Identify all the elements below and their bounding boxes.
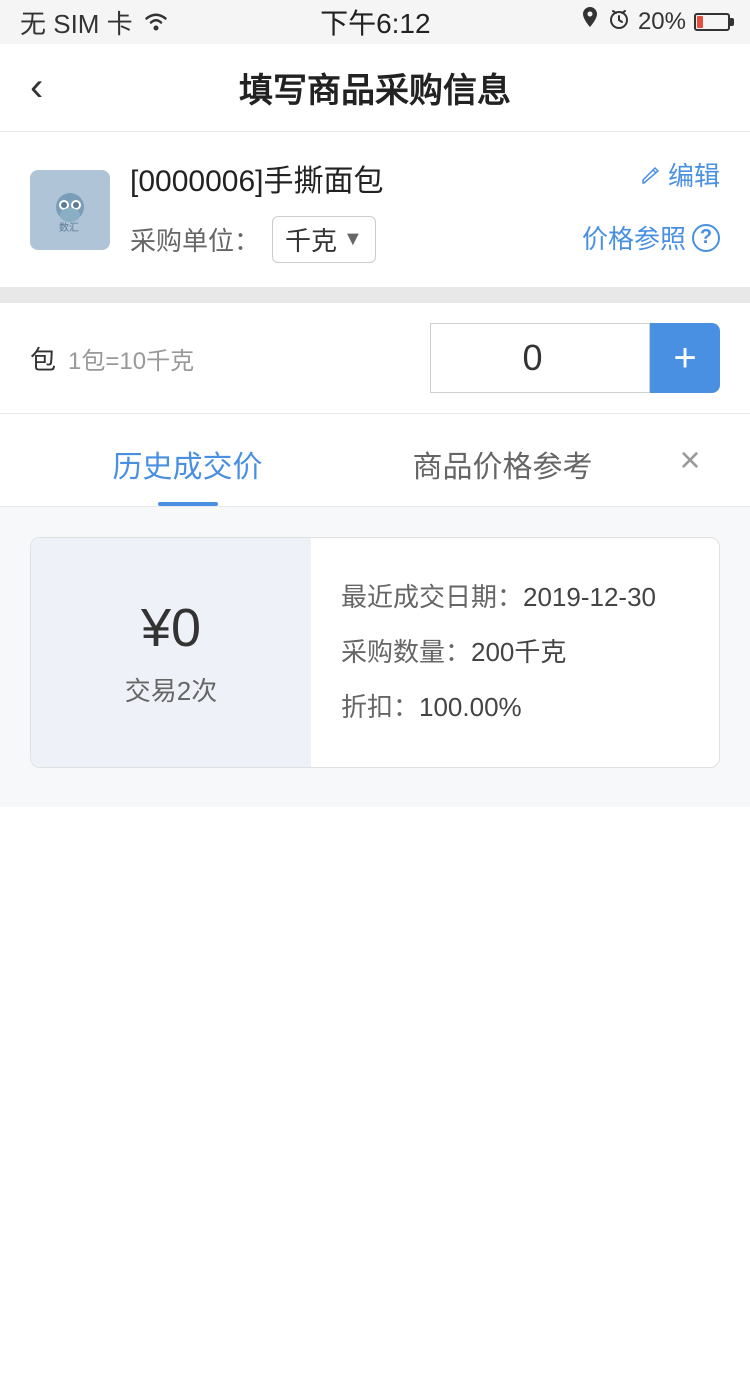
unit-value: 千克 [285, 221, 337, 258]
no-sim-text: 无 SIM 卡 [20, 4, 133, 41]
unit-label: 采购单位： [130, 221, 260, 258]
quantity-section: 包 1包=10千克 + [0, 303, 750, 413]
quantity-input[interactable] [430, 323, 650, 393]
quantity-plus-button[interactable]: + [650, 323, 720, 393]
price-card-right: 最近成交日期：2019-12-30 采购数量：200千克 折扣：100.00% [311, 538, 719, 767]
product-name: [0000006]手撕面包 [130, 156, 582, 200]
nav-bar: ‹ 填写商品采购信息 [0, 44, 750, 132]
tabs-header: 历史成交价 商品价格参考 × [0, 414, 750, 507]
price-main: ¥0 [141, 597, 201, 659]
tab-close-button[interactable]: × [660, 430, 720, 490]
location-icon [580, 7, 600, 38]
price-card: ¥0 交易2次 最近成交日期：2019-12-30 采购数量：200千克 折扣：… [30, 537, 720, 768]
unit-ratio: 1包=10千克 [68, 341, 194, 376]
main-content [0, 807, 750, 1387]
discount-value: 100.00% [419, 692, 522, 722]
info-icon: ? [692, 224, 720, 252]
quantity-row: 采购数量：200千克 [341, 633, 689, 672]
unit-name: 包 [30, 340, 56, 377]
tab-product-price[interactable]: 商品价格参考 [345, 414, 660, 506]
page-title: 填写商品采购信息 [239, 63, 511, 112]
back-button[interactable]: ‹ [20, 55, 53, 120]
tab-history-price[interactable]: 历史成交价 [30, 414, 345, 506]
tab-content-history: ¥0 交易2次 最近成交日期：2019-12-30 采购数量：200千克 折扣：… [0, 507, 750, 807]
discount-label: 折扣： [341, 692, 419, 722]
recent-date-row: 最近成交日期：2019-12-30 [341, 578, 689, 617]
section-divider [0, 287, 750, 303]
status-right: 20% [580, 7, 730, 38]
wifi-icon [141, 7, 171, 38]
quantity-value: 200千克 [471, 637, 566, 667]
price-ref-button[interactable]: 价格参照 ? [582, 219, 720, 256]
quantity-label-detail: 采购数量： [341, 637, 471, 667]
product-section: 数汇 [0000006]手撕面包 采购单位： 千克 ▼ [0, 132, 750, 287]
recent-date-label: 最近成交日期： [341, 582, 523, 612]
status-time: 下午6:12 [320, 2, 431, 42]
quantity-label: 包 1包=10千克 [30, 340, 194, 377]
price-card-left: ¥0 交易2次 [31, 538, 311, 767]
status-bar: 无 SIM 卡 下午6:12 20% [0, 0, 750, 44]
edit-button[interactable]: 编辑 [640, 156, 720, 193]
product-logo: 数汇 [30, 170, 110, 250]
unit-select[interactable]: 千克 ▼ [272, 216, 376, 263]
product-info: [0000006]手撕面包 采购单位： 千克 ▼ [130, 156, 582, 263]
discount-row: 折扣：100.00% [341, 688, 689, 727]
svg-text:数汇: 数汇 [59, 221, 79, 234]
alarm-icon [608, 8, 630, 37]
battery-percent: 20% [638, 8, 686, 36]
product-actions: 编辑 价格参照 ? [582, 156, 720, 256]
battery-icon [694, 13, 730, 31]
tabs-section: 历史成交价 商品价格参考 × ¥0 交易2次 最近成交日期：2019-12-30… [0, 413, 750, 807]
recent-date-value: 2019-12-30 [523, 582, 656, 612]
status-left: 无 SIM 卡 [20, 4, 171, 41]
chevron-down-icon: ▼ [343, 228, 363, 251]
trade-count: 交易2次 [125, 671, 217, 708]
quantity-input-group: + [430, 323, 720, 393]
